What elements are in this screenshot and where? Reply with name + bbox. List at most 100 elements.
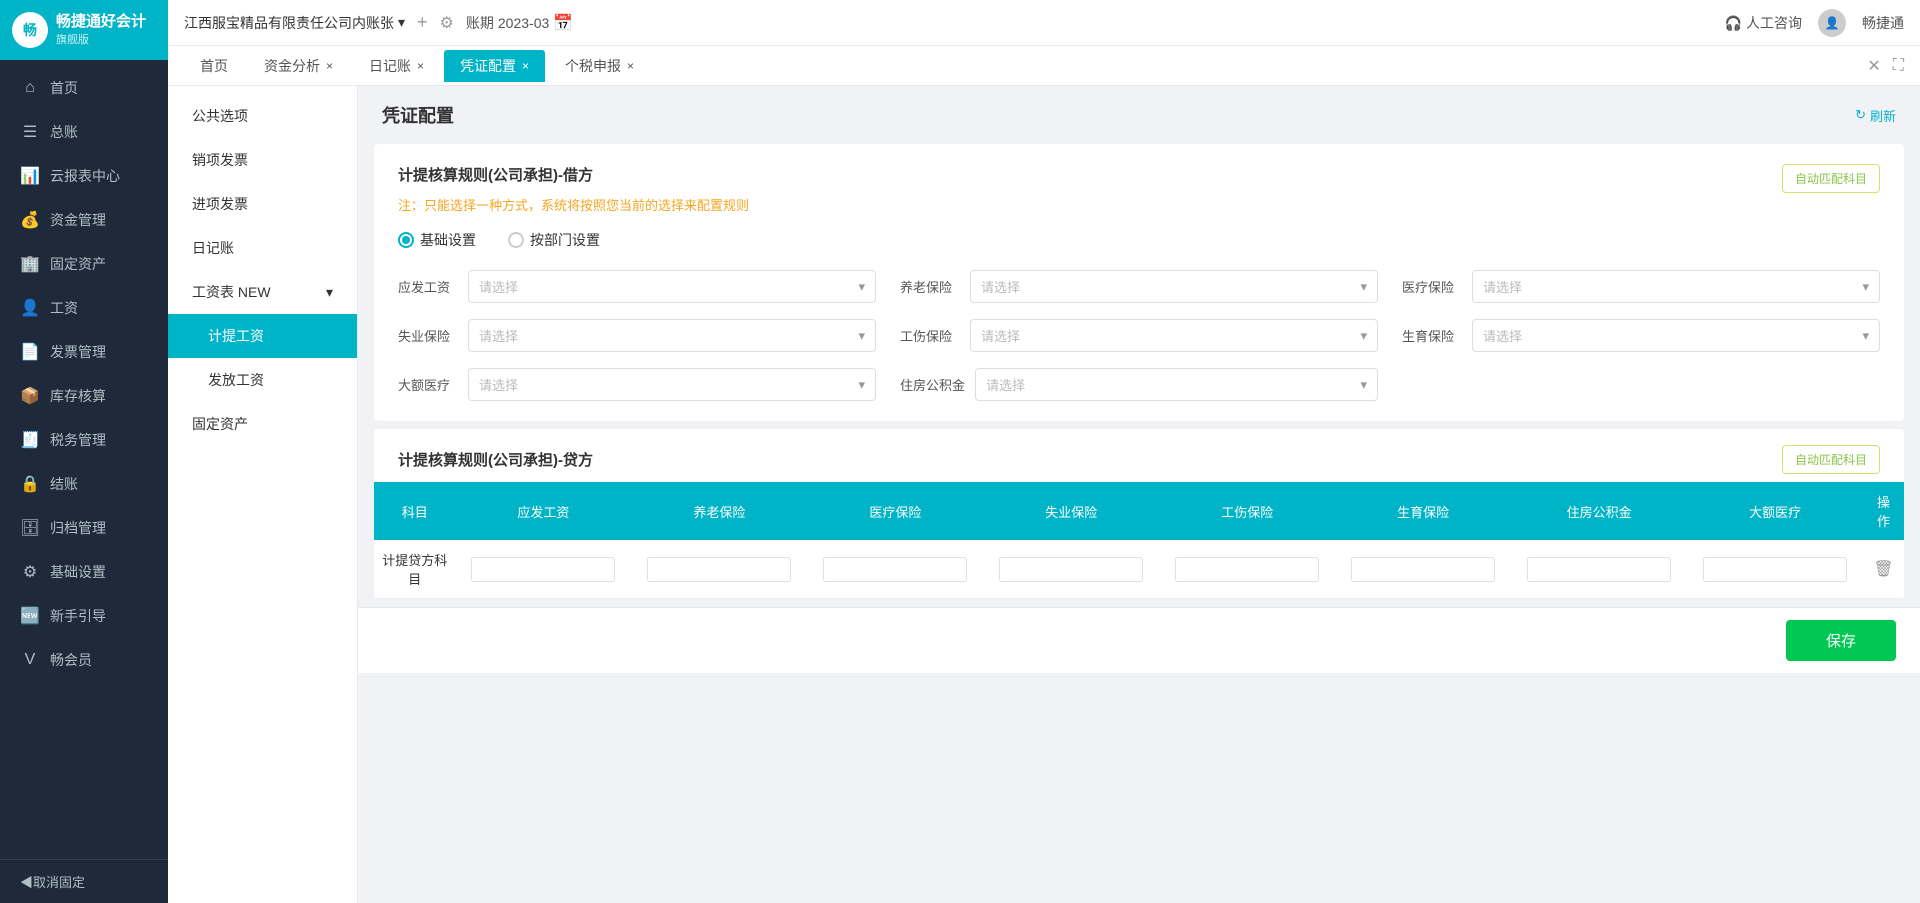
select-major-medical[interactable]: 请选择 ▾ <box>468 368 876 401</box>
input-pension[interactable] <box>647 557 791 582</box>
sidebar-label-guide: 新手引导 <box>50 606 106 626</box>
input-unemployment[interactable] <box>999 557 1143 582</box>
input-maternity[interactable] <box>1351 557 1495 582</box>
tab-home[interactable]: 首页 <box>184 50 244 82</box>
tab-home-label: 首页 <box>200 56 228 76</box>
add-company-button[interactable]: + <box>417 12 428 33</box>
td-action: 🗑 <box>1863 540 1904 599</box>
sidebar-item-tax[interactable]: 🧾 税务管理 <box>0 418 168 462</box>
select-medical[interactable]: 请选择 ▾ <box>1472 270 1880 303</box>
ai-consult-button[interactable]: 🎧 人工咨询 <box>1725 13 1802 33</box>
sidebar-item-archive[interactable]: 🗄 归档管理 <box>0 506 168 550</box>
input-workinjury[interactable] <box>1175 557 1319 582</box>
label-gross-salary: 应发工资 <box>398 277 458 296</box>
leftnav-public-options[interactable]: 公共选项 <box>168 94 357 138</box>
leftnav-accrual-salary[interactable]: 计提工资 <box>168 314 357 358</box>
leftnav-purchase-invoice[interactable]: 进项发票 <box>168 182 357 226</box>
sidebar-item-home[interactable]: ⌂ 首页 <box>0 66 168 110</box>
settings-gear-icon[interactable]: ⚙ <box>440 13 454 33</box>
tab-voucher-config[interactable]: 凭证配置 × <box>444 50 545 82</box>
sidebar-item-reports[interactable]: 📊 云报表中心 <box>0 154 168 198</box>
arrow-unemployment: ▾ <box>858 328 865 344</box>
sidebar-item-ledger[interactable]: ☰ 总账 <box>0 110 168 154</box>
cancel-fixed-button[interactable]: ◀取消固定 <box>0 859 168 903</box>
period-selector[interactable]: 账期 2023-03 📅 <box>466 13 573 33</box>
leftnav-fixed-assets[interactable]: 固定资产 <box>168 402 357 446</box>
leftnav-journal[interactable]: 日记账 <box>168 226 357 270</box>
company-selector[interactable]: 江西服宝精品有限责任公司内账张 ▾ <box>184 13 405 33</box>
tab-expand-icon[interactable]: ⛶ <box>1893 57 1904 75</box>
tab-voucher-config-label: 凭证配置 <box>460 56 516 76</box>
radio-dept-settings[interactable]: 按部门设置 <box>508 230 600 250</box>
td-pension <box>631 540 807 599</box>
sidebar-label-assets: 固定资产 <box>50 254 106 274</box>
field-pension: 养老保险 请选择 ▾ <box>900 270 1378 303</box>
tabs-actions: ✕ ⛶ <box>1867 56 1904 76</box>
tab-tax-filing[interactable]: 个税申报 × <box>549 50 650 82</box>
tab-tax-filing-close[interactable]: × <box>627 59 634 73</box>
leftnav-pay-salary[interactable]: 发放工资 <box>168 358 357 402</box>
tab-funds-analysis-close[interactable]: × <box>326 59 333 73</box>
th-unemployment: 失业保险 <box>983 482 1159 540</box>
refresh-button[interactable]: ↻ 刷新 <box>1855 106 1896 125</box>
sidebar-label-inventory: 库存核算 <box>50 386 106 406</box>
select-workinjury[interactable]: 请选择 ▾ <box>970 319 1378 352</box>
left-navigation: 公共选项 销项发票 进项发票 日记账 工资表 NEW ▾ 计提工资 发放工资 固… <box>168 86 358 903</box>
sidebar-item-invoice[interactable]: 📄 发票管理 <box>0 330 168 374</box>
td-row-label: 计提贷方科目 <box>374 540 455 599</box>
sidebar-item-closing[interactable]: 🔒 结账 <box>0 462 168 506</box>
input-major-medical[interactable] <box>1703 557 1847 582</box>
debit-form-grid: 应发工资 请选择 ▾ 养老保险 请选择 ▾ 医疗 <box>398 270 1880 401</box>
select-gross-salary[interactable]: 请选择 ▾ <box>468 270 876 303</box>
input-housing-fund[interactable] <box>1527 557 1671 582</box>
credit-section-header: 计提核算规则(公司承担)-贷方 自动匹配科目 <box>374 429 1904 482</box>
logo-title: 畅捷通好会计 <box>56 13 146 31</box>
credit-auto-match-button[interactable]: 自动匹配科目 <box>1782 445 1880 474</box>
refresh-icon: ↻ <box>1855 107 1866 123</box>
tab-journal[interactable]: 日记账 × <box>353 50 440 82</box>
sidebar-item-guide[interactable]: 🆕 新手引导 <box>0 594 168 638</box>
tabs-bar: 首页 资金分析 × 日记账 × 凭证配置 × 个税申报 × ✕ ⛶ <box>168 46 1920 86</box>
radio-group-debit: 基础设置 按部门设置 <box>398 230 1880 250</box>
select-housing-fund[interactable]: 请选择 ▾ <box>975 368 1378 401</box>
debit-auto-match-button[interactable]: 自动匹配科目 <box>1782 164 1880 193</box>
tab-funds-analysis[interactable]: 资金分析 × <box>248 50 349 82</box>
debit-section: 自动匹配科目 计提核算规则(公司承担)-借方 注：只能选择一种方式，系统将按照您… <box>374 144 1904 421</box>
sidebar-item-vip[interactable]: V 畅会员 <box>0 638 168 682</box>
company-dropdown-icon: ▾ <box>398 14 405 31</box>
invoice-icon: 📄 <box>20 342 40 362</box>
credit-section-title: 计提核算规则(公司承担)-贷方 <box>398 449 593 470</box>
sidebar-item-salary[interactable]: 👤 工资 <box>0 286 168 330</box>
leftnav-payroll-group[interactable]: 工资表 NEW ▾ <box>168 270 357 314</box>
delete-row-icon[interactable]: 🗑 <box>1873 561 1893 578</box>
sidebar-item-assets[interactable]: 🏢 固定资产 <box>0 242 168 286</box>
select-pension[interactable]: 请选择 ▾ <box>970 270 1378 303</box>
th-workinjury: 工伤保险 <box>1159 482 1335 540</box>
sidebar-item-inventory[interactable]: 📦 库存核算 <box>0 374 168 418</box>
sidebar-item-funds[interactable]: 💰 资金管理 <box>0 198 168 242</box>
user-avatar[interactable]: 👤 <box>1818 9 1846 37</box>
select-maternity[interactable]: 请选择 ▾ <box>1472 319 1880 352</box>
select-unemployment[interactable]: 请选择 ▾ <box>468 319 876 352</box>
radio-basic-settings[interactable]: 基础设置 <box>398 230 476 250</box>
input-medical[interactable] <box>823 557 967 582</box>
reports-icon: 📊 <box>20 166 40 186</box>
input-gross-salary[interactable] <box>471 557 615 582</box>
tab-close-all-icon[interactable]: ✕ <box>1867 56 1880 76</box>
credit-section: 计提核算规则(公司承担)-贷方 自动匹配科目 科目 应发工资 养老保险 医疗保险… <box>374 429 1904 599</box>
topbar: 江西服宝精品有限责任公司内账张 ▾ + ⚙ 账期 2023-03 📅 🎧 人工咨… <box>168 0 1920 46</box>
sidebar-item-settings[interactable]: ⚙ 基础设置 <box>0 550 168 594</box>
sidebar-label-home: 首页 <box>50 78 78 98</box>
save-button[interactable]: 保存 <box>1786 620 1896 661</box>
arrow-housing-fund: ▾ <box>1360 377 1367 393</box>
sidebar-label-invoice: 发票管理 <box>50 342 106 362</box>
sidebar-label-vip: 畅会员 <box>50 650 92 670</box>
refresh-label: 刷新 <box>1870 106 1896 125</box>
table-row: 计提贷方科目 🗑 <box>374 540 1904 599</box>
tab-voucher-config-close[interactable]: × <box>522 59 529 73</box>
calendar-icon[interactable]: 📅 <box>553 13 573 33</box>
home-icon: ⌂ <box>20 79 40 97</box>
tab-journal-close[interactable]: × <box>417 59 424 73</box>
td-workinjury <box>1159 540 1335 599</box>
leftnav-sales-invoice[interactable]: 销项发票 <box>168 138 357 182</box>
